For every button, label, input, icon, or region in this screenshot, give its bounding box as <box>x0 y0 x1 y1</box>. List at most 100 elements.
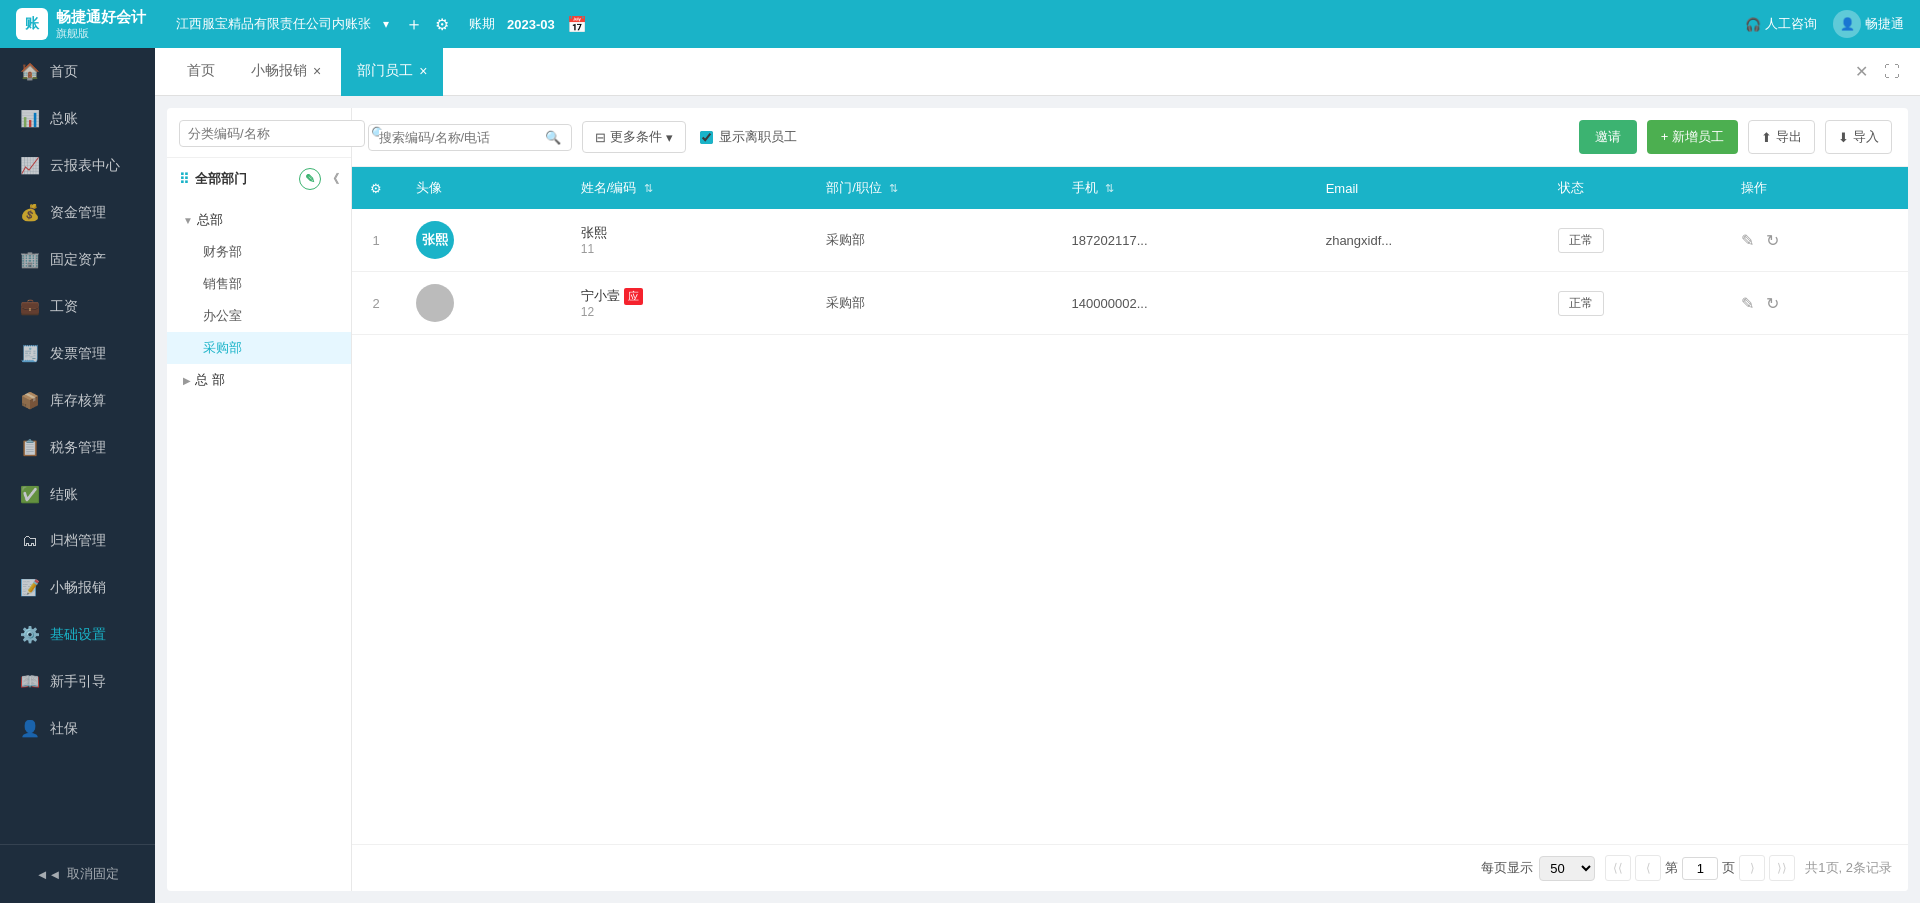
sidebar-item-label: 小畅报销 <box>50 579 106 597</box>
row-operations: ✎ ↻ <box>1725 209 1908 272</box>
dept-branch-general-header[interactable]: ▶ 总 部 <box>167 364 351 396</box>
tab-expense[interactable]: 小畅报销 × <box>235 48 337 96</box>
employee-search-input[interactable] <box>379 130 539 145</box>
sidebar-item-reports[interactable]: 📈 云报表中心 <box>0 142 155 189</box>
row-phone: 140000002... <box>1056 272 1310 335</box>
social-icon: 👤 <box>20 719 40 738</box>
dept-item-office[interactable]: 办公室 <box>167 300 351 332</box>
th-email: Email <box>1310 167 1542 209</box>
close-period-icon: ✅ <box>20 485 40 504</box>
dept-item-purchase[interactable]: 采购部 <box>167 332 351 364</box>
th-settings[interactable]: ⚙ <box>352 167 400 209</box>
import-button[interactable]: ⬇ 导入 <box>1825 120 1892 154</box>
tab-department-close[interactable]: × <box>419 64 427 78</box>
unpin-button[interactable]: ◄◄ 取消固定 <box>0 855 155 893</box>
page-first-btn[interactable]: ⟨⟨ <box>1605 855 1631 881</box>
import-icon: ⬇ <box>1838 130 1849 145</box>
sidebar-item-label: 库存核算 <box>50 392 106 410</box>
filter-button[interactable]: ⊟ 更多条件 ▾ <box>582 121 686 153</box>
dept-toggle-icon: ▼ <box>183 215 193 226</box>
page-prev-btn[interactable]: ⟨ <box>1635 855 1661 881</box>
sidebar-item-ledger[interactable]: 📊 总账 <box>0 95 155 142</box>
table-footer: 每页显示 50 100 200 ⟨⟨ ⟨ 第 页 ⟩ <box>352 844 1908 891</box>
emp-code: 11 <box>581 242 794 256</box>
dept-tree: ▼ 总部 财务部 销售部 办公室 采购部 ▶ 总 部 <box>167 200 351 400</box>
sidebar-item-label: 社保 <box>50 720 78 738</box>
expand-tab-btn[interactable]: ⛶ <box>1880 58 1904 85</box>
th-phone[interactable]: 手机 ⇅ <box>1056 167 1310 209</box>
settings-icon[interactable]: ⚙ <box>435 15 449 34</box>
sidebar-item-label: 税务管理 <box>50 439 106 457</box>
add-company-icon[interactable]: ＋ <box>405 12 423 36</box>
calendar-icon[interactable]: 📅 <box>567 15 587 34</box>
user-menu[interactable]: 👤 畅捷通 <box>1833 10 1904 38</box>
sidebar-item-close[interactable]: ✅ 结账 <box>0 471 155 518</box>
row-email: zhangxidf... <box>1310 209 1542 272</box>
tab-department[interactable]: 部门员工 × <box>341 48 443 96</box>
tab-home[interactable]: 首页 <box>171 48 231 96</box>
tab-expense-close[interactable]: × <box>313 64 321 78</box>
per-page-label: 每页显示 <box>1481 859 1533 877</box>
page-next-btn[interactable]: ⟩ <box>1739 855 1765 881</box>
row-operations: ✎ ↻ <box>1725 272 1908 335</box>
export-button[interactable]: ⬆ 导出 <box>1748 120 1815 154</box>
tabs-actions: ✕ ⛶ <box>1851 58 1904 85</box>
topbar: 账 畅捷通好会计 旗舰版 江西服宝精品有限责任公司内账张 ▾ ＋ ⚙ 账期 20… <box>0 0 1920 48</box>
row-email <box>1310 272 1542 335</box>
invite-button[interactable]: 邀请 <box>1579 120 1637 154</box>
more-button[interactable]: ↻ <box>1766 232 1779 249</box>
sidebar: 🏠 首页 📊 总账 📈 云报表中心 💰 资金管理 🏢 固定资产 💼 工资 🧾 发… <box>0 48 155 903</box>
sidebar-item-tax[interactable]: 📋 税务管理 <box>0 424 155 471</box>
employee-search-wrap: 🔍 <box>368 124 572 151</box>
edit-button[interactable]: ✎ <box>1741 295 1754 312</box>
sidebar-item-home[interactable]: 🏠 首页 <box>0 48 155 95</box>
show-resigned-wrap[interactable]: 显示离职员工 <box>700 128 797 146</box>
dept-branch-headquarters-header[interactable]: ▼ 总部 <box>167 204 351 236</box>
sidebar-item-assets[interactable]: 🏢 固定资产 <box>0 236 155 283</box>
sidebar-item-expense[interactable]: 📝 小畅报销 <box>0 564 155 611</box>
th-dept[interactable]: 部门/职位 ⇅ <box>810 167 1055 209</box>
page-size-select[interactable]: 50 100 200 <box>1539 856 1595 881</box>
dept-item-finance[interactable]: 财务部 <box>167 236 351 268</box>
tab-department-label: 部门员工 <box>357 62 413 80</box>
dept-search-input[interactable] <box>179 120 365 147</box>
sidebar-item-settings[interactable]: ⚙️ 基础设置 <box>0 611 155 658</box>
sidebar-item-invoice[interactable]: 🧾 发票管理 <box>0 330 155 377</box>
page-content: 🔍 ⠿ 全部部门 ✎ 《 ▼ 总部 财务部 销售部 <box>167 108 1908 891</box>
sidebar-item-salary[interactable]: 💼 工资 <box>0 283 155 330</box>
sidebar-item-social[interactable]: 👤 社保 <box>0 705 155 752</box>
status-badge: 正常 <box>1558 291 1604 316</box>
di-label: 第 <box>1665 859 1678 877</box>
sidebar-item-inventory[interactable]: 📦 库存核算 <box>0 377 155 424</box>
headset-icon: 🎧 <box>1745 17 1761 32</box>
sidebar-item-funds[interactable]: 💰 资金管理 <box>0 189 155 236</box>
page-input[interactable] <box>1682 857 1718 880</box>
more-button[interactable]: ↻ <box>1766 295 1779 312</box>
row-name-code: 宁小壹应 12 <box>565 272 810 335</box>
sidebar-item-label: 结账 <box>50 486 78 504</box>
tab-expense-label: 小畅报销 <box>251 62 307 80</box>
dept-branch-general: ▶ 总 部 <box>167 364 351 396</box>
toolbar-right: 邀请 + 新增员工 ⬆ 导出 ⬇ 导入 <box>1579 120 1892 154</box>
add-employee-button[interactable]: + 新增员工 <box>1647 120 1738 154</box>
th-status: 状态 <box>1542 167 1726 209</box>
page-last-btn[interactable]: ⟩⟩ <box>1769 855 1795 881</box>
dept-edit-btn[interactable]: ✎ <box>299 168 321 190</box>
sidebar-item-guide[interactable]: 📖 新手引导 <box>0 658 155 705</box>
dept-item-sales[interactable]: 销售部 <box>167 268 351 300</box>
company-dropdown-icon[interactable]: ▾ <box>383 17 389 31</box>
dept-collapse-icon[interactable]: 《 <box>327 171 339 188</box>
company-name: 江西服宝精品有限责任公司内账张 <box>176 15 371 33</box>
show-resigned-checkbox[interactable] <box>700 131 713 144</box>
th-name[interactable]: 姓名/编码 ⇅ <box>565 167 810 209</box>
close-tab-btn[interactable]: ✕ <box>1851 58 1872 85</box>
edit-button[interactable]: ✎ <box>1741 232 1754 249</box>
service-button[interactable]: 🎧 人工咨询 <box>1745 15 1817 33</box>
employee-search-icon[interactable]: 🔍 <box>545 130 561 145</box>
salary-icon: 💼 <box>20 297 40 316</box>
row-name-code: 张熙 11 <box>565 209 810 272</box>
row-dept: 采购部 <box>810 272 1055 335</box>
sidebar-item-archive[interactable]: 🗂 归档管理 <box>0 518 155 564</box>
row-dept: 采购部 <box>810 209 1055 272</box>
dept-all-header[interactable]: ⠿ 全部部门 ✎ 《 <box>167 158 351 200</box>
